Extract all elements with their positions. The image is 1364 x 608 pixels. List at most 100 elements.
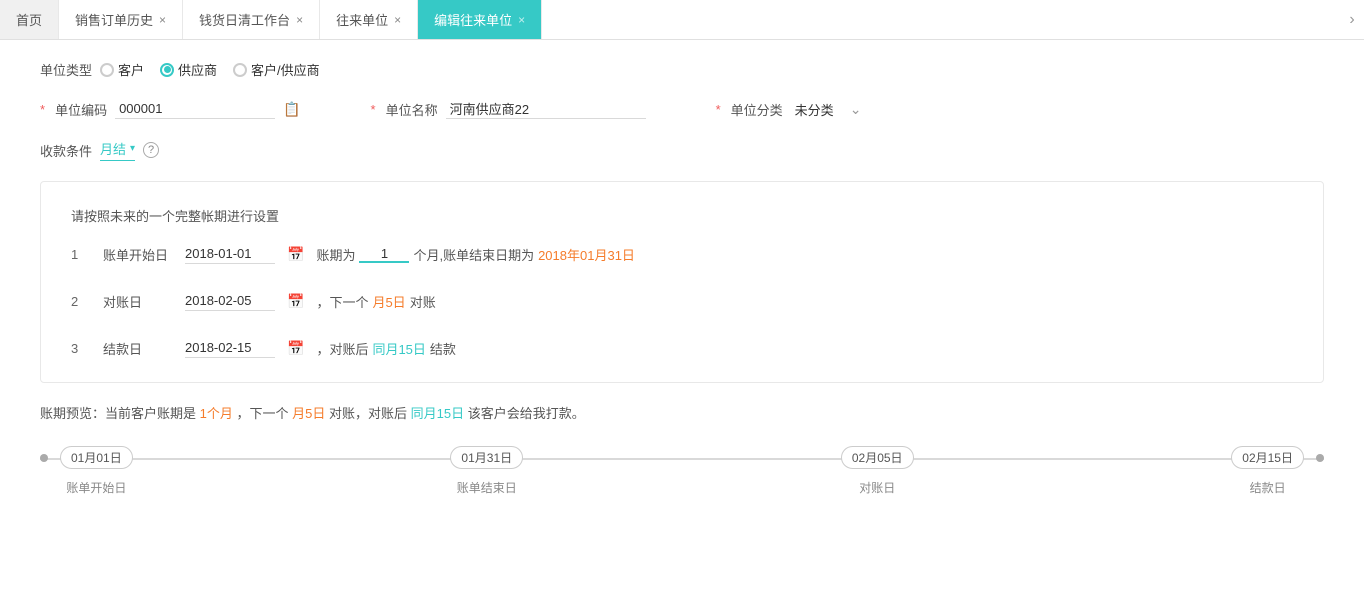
tab-partner-unit[interactable]: 往来单位 × (320, 0, 418, 39)
timeline-badge-2: 02月05日 (841, 446, 914, 469)
tab-bar: 首页 销售订单历史 × 钱货日清工作台 × 往来单位 × 编辑往来单位 × › (0, 0, 1364, 40)
payment-condition-row: 收款条件 月结 ▾ ? (40, 139, 1324, 161)
row-1-date: 2018-01-01 (185, 246, 275, 264)
timeline-badge-0: 01月01日 (60, 446, 133, 469)
tab-home[interactable]: 首页 (0, 0, 59, 39)
unit-code-calendar-icon[interactable]: 📋 (283, 101, 300, 118)
row-2-field-label: 对账日 (103, 292, 173, 311)
tab-sales-order-history-close[interactable]: × (159, 14, 166, 26)
timeline-wrapper: 01月01日 账单开始日 01月31日 账单结束日 02月05日 对账日 02月… (40, 446, 1324, 536)
unit-category-value: 未分类 (795, 100, 834, 119)
row-3-number: 3 (71, 341, 91, 356)
row-3-highlight: 同月15日 (372, 339, 425, 358)
preview-prefix: 账期预览：当前客户账期是 (40, 406, 196, 421)
preview-middle1: ，下一个 (237, 406, 289, 421)
unit-name-item: * 单位名称 (371, 99, 646, 119)
row-1-highlight: 2018年01月31日 (538, 245, 635, 264)
unit-code-required: * (40, 102, 45, 117)
tab-edit-partner-unit-label: 编辑往来单位 (434, 10, 512, 29)
page-content: 单位类型 客户 供应商 客户/供应商 * 单位编码 (0, 40, 1364, 608)
setting-row-3: 3 结款日 2018-02-15 📅 ，对账后 同月15日 结款 (71, 339, 1293, 358)
panel-title: 请按照未来的一个完整帐期进行设置 (71, 206, 1293, 225)
row-2-desc: ，下一个 月5日 对账 (316, 292, 435, 311)
radio-customer-supplier-label: 客户/供应商 (251, 60, 320, 79)
row-2-calendar-icon[interactable]: 📅 (287, 293, 304, 310)
row-3-date: 2018-02-15 (185, 340, 275, 358)
timeline-dot-left (40, 454, 48, 462)
unit-code-item: * 单位编码 📋 (40, 99, 301, 119)
payment-condition-select[interactable]: 月结 ▾ (100, 139, 135, 161)
unit-category-item: * 单位分类 未分类 ⌄ (716, 100, 862, 119)
row-2-desc-suffix: 对账 (410, 292, 436, 311)
tab-edit-partner-unit-close[interactable]: × (518, 14, 525, 26)
radio-customer-label: 客户 (118, 60, 144, 79)
tab-home-label: 首页 (16, 10, 42, 29)
payment-condition-help-icon[interactable]: ? (143, 142, 159, 158)
timeline-label-2: 对账日 (859, 479, 895, 496)
row-3-desc-prefix: ，对账后 (316, 339, 368, 358)
tab-sales-order-history[interactable]: 销售订单历史 × (59, 0, 183, 39)
row-1-month-input[interactable] (359, 246, 409, 263)
payment-condition-dropdown-icon: ▾ (130, 143, 135, 154)
preview-highlight1: 1个月 (200, 406, 233, 421)
row-2-date: 2018-02-05 (185, 293, 275, 311)
preview-middle2: 对账，对账后 (329, 406, 407, 421)
setting-panel: 请按照未来的一个完整帐期进行设置 1 账单开始日 2018-01-01 📅 账期… (40, 181, 1324, 383)
unit-name-label: 单位名称 (386, 100, 438, 119)
tab-sales-order-history-label: 销售订单历史 (75, 10, 153, 29)
timeline-label-0: 账单开始日 (66, 479, 126, 496)
row-3-field-label: 结款日 (103, 339, 173, 358)
row-1-desc-prefix: 账期为 (316, 245, 355, 264)
tab-money-goods-workbench-close[interactable]: × (296, 14, 303, 26)
row-2-number: 2 (71, 294, 91, 309)
row-1-calendar-icon[interactable]: 📅 (287, 246, 304, 263)
timeline-point-3: 02月15日 结款日 (1231, 446, 1304, 496)
preview-suffix: 该客户会给我打款。 (468, 406, 585, 421)
timeline-points: 01月01日 账单开始日 01月31日 账单结束日 02月05日 对账日 02月… (60, 446, 1304, 496)
timeline-badge-3: 02月15日 (1231, 446, 1304, 469)
row-1-desc: 账期为 个月,账单结束日期为 2018年01月31日 (316, 245, 634, 264)
row-3-calendar-icon[interactable]: 📅 (287, 340, 304, 357)
radio-customer-circle (100, 63, 114, 77)
row-3-desc-suffix: 结款 (430, 339, 456, 358)
tab-arrow[interactable]: › (1340, 0, 1364, 40)
radio-customer[interactable]: 客户 (100, 60, 144, 79)
timeline-label-1: 账单结束日 (457, 479, 517, 496)
payment-condition-value: 月结 (100, 139, 126, 158)
tab-money-goods-workbench[interactable]: 钱货日清工作台 × (183, 0, 320, 39)
unit-name-required: * (371, 102, 376, 117)
preview-text: 账期预览：当前客户账期是 1个月 ，下一个 月5日 对账，对账后 同月15日 该… (40, 403, 1324, 422)
row-1-desc-suffix: 个月,账单结束日期为 (413, 245, 534, 264)
timeline-badge-1: 01月31日 (450, 446, 523, 469)
payment-condition-label: 收款条件 (40, 141, 92, 160)
unit-name-input[interactable] (446, 99, 646, 119)
radio-customer-supplier[interactable]: 客户/供应商 (233, 60, 320, 79)
unit-type-row: 单位类型 客户 供应商 客户/供应商 (40, 60, 1324, 79)
preview-highlight2: 月5日 (292, 406, 325, 421)
unit-category-label: 单位分类 (731, 100, 783, 119)
tab-money-goods-workbench-label: 钱货日清工作台 (199, 10, 290, 29)
radio-supplier-circle (160, 63, 174, 77)
unit-type-item: 单位类型 客户 供应商 客户/供应商 (40, 60, 320, 79)
payment-condition-item: 收款条件 月结 ▾ ? (40, 139, 159, 161)
tab-partner-unit-label: 往来单位 (336, 10, 388, 29)
timeline-point-2: 02月05日 对账日 (841, 446, 914, 496)
setting-row-1: 1 账单开始日 2018-01-01 📅 账期为 个月,账单结束日期为 2018… (71, 245, 1293, 264)
unit-info-row: * 单位编码 📋 * 单位名称 * 单位分类 未分类 ⌄ (40, 99, 1324, 119)
setting-row-2: 2 对账日 2018-02-05 📅 ，下一个 月5日 对账 (71, 292, 1293, 311)
tab-partner-unit-close[interactable]: × (394, 14, 401, 26)
timeline-point-0: 01月01日 账单开始日 (60, 446, 133, 496)
unit-type-radio-group: 客户 供应商 客户/供应商 (100, 60, 320, 79)
timeline-point-1: 01月31日 账单结束日 (450, 446, 523, 496)
unit-category-required: * (716, 102, 721, 117)
unit-code-input[interactable] (115, 99, 275, 119)
tab-edit-partner-unit[interactable]: 编辑往来单位 × (418, 0, 542, 39)
row-3-desc: ，对账后 同月15日 结款 (316, 339, 456, 358)
unit-category-dropdown-icon[interactable]: ⌄ (850, 101, 862, 118)
timeline-label-3: 结款日 (1250, 479, 1286, 496)
radio-supplier[interactable]: 供应商 (160, 60, 217, 79)
row-1-field-label: 账单开始日 (103, 245, 173, 264)
row-2-highlight1: 月5日 (372, 292, 405, 311)
timeline-dot-right (1316, 454, 1324, 462)
unit-type-label: 单位类型 (40, 60, 92, 79)
